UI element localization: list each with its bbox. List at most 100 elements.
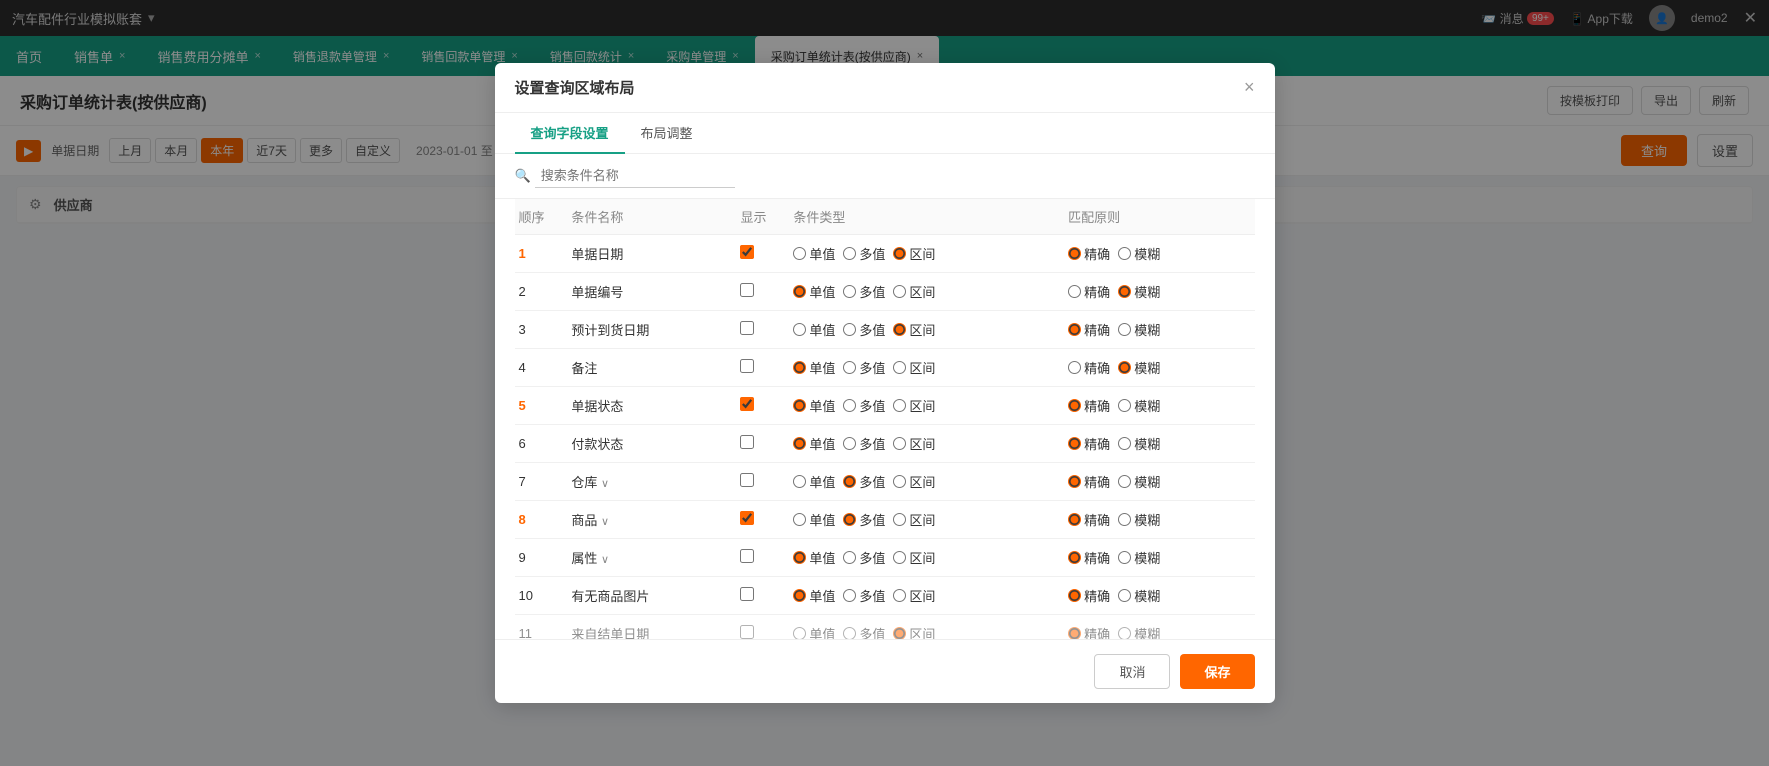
- display-checkbox[interactable]: [740, 283, 754, 297]
- search-input[interactable]: [535, 164, 735, 188]
- match-fuzzy-radio[interactable]: 模糊: [1118, 472, 1160, 491]
- type-range-radio[interactable]: 区间: [893, 586, 935, 605]
- match-fuzzy-radio[interactable]: 模糊: [1118, 586, 1160, 605]
- cancel-button[interactable]: 取消: [1094, 654, 1170, 689]
- display-checkbox[interactable]: [740, 511, 754, 525]
- dropdown-icon: ∨: [601, 516, 609, 528]
- match-exact-radio[interactable]: 精确: [1068, 434, 1110, 453]
- table-row: 11 来自结单日期 单值 多值 区间: [515, 615, 1255, 640]
- row-display[interactable]: [736, 273, 789, 311]
- row-order: 9: [519, 550, 526, 565]
- match-exact-radio[interactable]: 精确: [1068, 396, 1110, 415]
- display-checkbox[interactable]: [740, 587, 754, 601]
- modal-title: 设置查询区域布局: [515, 77, 635, 98]
- type-single-radio[interactable]: 单值: [793, 624, 835, 639]
- type-single-radio[interactable]: 单值: [793, 472, 835, 491]
- match-exact-radio[interactable]: 精确: [1068, 586, 1110, 605]
- type-multi-radio[interactable]: 多值: [843, 624, 885, 639]
- row-display[interactable]: [736, 615, 789, 640]
- row-display[interactable]: [736, 349, 789, 387]
- type-multi-radio[interactable]: 多值: [843, 320, 885, 339]
- type-single-radio[interactable]: 单值: [793, 396, 835, 415]
- type-single-radio[interactable]: 单值: [793, 244, 835, 263]
- match-fuzzy-radio[interactable]: 模糊: [1118, 244, 1160, 263]
- table-row: 1 单据日期 单值 多值 区间: [515, 235, 1255, 273]
- tab-layout[interactable]: 布局调整: [625, 113, 709, 154]
- row-display[interactable]: [736, 577, 789, 615]
- display-checkbox[interactable]: [740, 359, 754, 373]
- match-exact-radio[interactable]: 精确: [1068, 282, 1110, 301]
- match-fuzzy-radio[interactable]: 模糊: [1118, 548, 1160, 567]
- match-fuzzy-radio[interactable]: 模糊: [1118, 510, 1160, 529]
- match-exact-radio[interactable]: 精确: [1068, 624, 1110, 639]
- type-single-radio[interactable]: 单值: [793, 282, 835, 301]
- modal-footer: 取消 保存: [495, 639, 1275, 703]
- row-display[interactable]: [736, 235, 789, 273]
- type-single-radio[interactable]: 单值: [793, 510, 835, 529]
- display-checkbox[interactable]: [740, 625, 754, 639]
- match-exact-radio[interactable]: 精确: [1068, 510, 1110, 529]
- modal-close-button[interactable]: ×: [1244, 77, 1255, 98]
- type-multi-radio[interactable]: 多值: [843, 434, 885, 453]
- match-exact-radio[interactable]: 精确: [1068, 548, 1110, 567]
- match-fuzzy-radio[interactable]: 模糊: [1118, 396, 1160, 415]
- save-button[interactable]: 保存: [1180, 654, 1254, 689]
- match-radio-group: 精确 模糊: [1068, 510, 1250, 529]
- type-multi-radio[interactable]: 多值: [843, 548, 885, 567]
- type-range-radio[interactable]: 区间: [893, 282, 935, 301]
- type-multi-radio[interactable]: 多值: [843, 586, 885, 605]
- match-exact-radio[interactable]: 精确: [1068, 320, 1110, 339]
- type-range-radio[interactable]: 区间: [893, 510, 935, 529]
- type-radio-group: 单值 多值 区间: [793, 624, 1060, 639]
- display-checkbox[interactable]: [740, 435, 754, 449]
- type-single-radio[interactable]: 单值: [793, 548, 835, 567]
- type-range-radio[interactable]: 区间: [893, 320, 935, 339]
- row-display[interactable]: [736, 387, 789, 425]
- type-single-radio[interactable]: 单值: [793, 320, 835, 339]
- match-fuzzy-radio[interactable]: 模糊: [1118, 434, 1160, 453]
- display-checkbox[interactable]: [740, 397, 754, 411]
- type-multi-radio[interactable]: 多值: [843, 282, 885, 301]
- row-name: 单据状态: [567, 387, 736, 425]
- row-order: 8: [519, 512, 526, 527]
- type-multi-radio[interactable]: 多值: [843, 510, 885, 529]
- match-exact-radio[interactable]: 精确: [1068, 244, 1110, 263]
- type-range-radio[interactable]: 区间: [893, 434, 935, 453]
- match-fuzzy-radio[interactable]: 模糊: [1118, 624, 1160, 639]
- match-exact-radio[interactable]: 精确: [1068, 472, 1110, 491]
- type-multi-radio[interactable]: 多值: [843, 396, 885, 415]
- match-exact-radio[interactable]: 精确: [1068, 358, 1110, 377]
- type-range-radio[interactable]: 区间: [893, 624, 935, 639]
- type-range-radio[interactable]: 区间: [893, 396, 935, 415]
- match-fuzzy-radio[interactable]: 模糊: [1118, 320, 1160, 339]
- display-checkbox[interactable]: [740, 549, 754, 563]
- row-name: 付款状态: [567, 425, 736, 463]
- table-row: 10 有无商品图片 单值 多值 区间: [515, 577, 1255, 615]
- type-single-radio[interactable]: 单值: [793, 434, 835, 453]
- match-fuzzy-radio[interactable]: 模糊: [1118, 358, 1160, 377]
- row-order: 2: [519, 284, 526, 299]
- col-type: 条件类型: [789, 199, 1064, 235]
- tab-query-fields[interactable]: 查询字段设置: [515, 113, 625, 154]
- display-checkbox[interactable]: [740, 473, 754, 487]
- type-range-radio[interactable]: 区间: [893, 358, 935, 377]
- type-range-radio[interactable]: 区间: [893, 472, 935, 491]
- row-order: 6: [519, 436, 526, 451]
- row-display[interactable]: [736, 463, 789, 501]
- display-checkbox[interactable]: [740, 245, 754, 259]
- match-fuzzy-radio[interactable]: 模糊: [1118, 282, 1160, 301]
- type-single-radio[interactable]: 单值: [793, 358, 835, 377]
- row-display[interactable]: [736, 539, 789, 577]
- type-multi-radio[interactable]: 多值: [843, 244, 885, 263]
- display-checkbox[interactable]: [740, 321, 754, 335]
- type-single-radio[interactable]: 单值: [793, 586, 835, 605]
- row-display[interactable]: [736, 425, 789, 463]
- type-range-radio[interactable]: 区间: [893, 548, 935, 567]
- type-range-radio[interactable]: 区间: [893, 244, 935, 263]
- match-radio-group: 精确 模糊: [1068, 320, 1250, 339]
- row-display[interactable]: [736, 501, 789, 539]
- type-multi-radio[interactable]: 多值: [843, 472, 885, 491]
- modal-table: 顺序 条件名称 显示 条件类型 匹配原则 1 单据日期: [515, 199, 1255, 639]
- row-display[interactable]: [736, 311, 789, 349]
- type-multi-radio[interactable]: 多值: [843, 358, 885, 377]
